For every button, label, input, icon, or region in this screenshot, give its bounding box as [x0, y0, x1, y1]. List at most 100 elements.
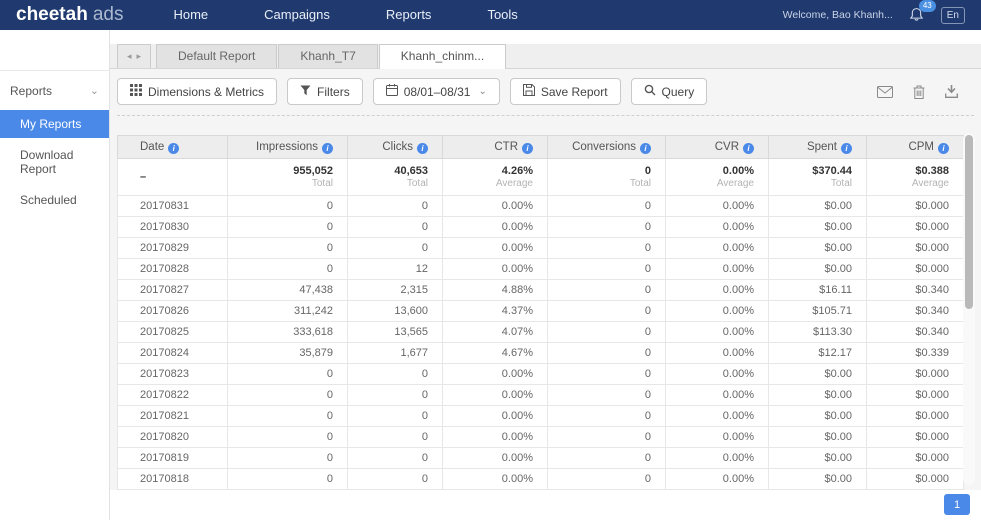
tab-scroll-left-icon[interactable]: ◂ [127, 52, 132, 61]
table-cell: 20170823 [117, 363, 228, 385]
table-cell: 0.00% [442, 258, 548, 280]
table-cell: 0 [547, 384, 666, 406]
pagination-page-1[interactable]: 1 [944, 494, 970, 515]
table-cell: 0 [347, 195, 443, 217]
table-cell: 0.00% [442, 468, 548, 490]
table-cell: $0.000 [866, 216, 964, 238]
table-cell: 0 [547, 300, 666, 322]
welcome-text[interactable]: Welcome, Bao Khanh... [783, 9, 893, 21]
table-cell: 0 [347, 384, 443, 406]
table-cell: 4.07% [442, 321, 548, 343]
app-logo[interactable]: cheetah ads [16, 0, 123, 30]
tab-default-report[interactable]: Default Report [156, 44, 278, 68]
table-cell: 0.00% [665, 237, 769, 259]
language-button[interactable]: En [940, 6, 965, 24]
tab-khanh-chinm[interactable]: Khanh_chinm... [378, 44, 507, 69]
table-row: 20170827 47,438 2,315 4.88% 0 0.00% $16.11 $0.3… [117, 279, 964, 301]
tab-scroll-right-icon[interactable]: ▸ [137, 52, 142, 61]
table-cell: $0.00 [768, 216, 867, 238]
topbar-right: Welcome, Bao Khanh... 43 En [783, 0, 965, 24]
table-row: 20170824 35,879 1,677 4.67% 0 0.00% $12.17 $0.3… [117, 342, 964, 364]
column-header-impressions[interactable]: Impressions i [227, 135, 348, 159]
dimensions-metrics-button[interactable]: Dimensions & Metrics [117, 78, 278, 105]
grid-icon [130, 84, 142, 99]
table-cell: $0.000 [866, 405, 964, 427]
table-row: 20170825 333,618 13,565 4.07% 0 0.00% $113.30 $… [117, 321, 964, 343]
table-cell: 0.00% [442, 426, 548, 448]
download-icon[interactable] [945, 85, 958, 98]
scrollbar-thumb[interactable] [965, 135, 973, 309]
info-icon[interactable]: i [522, 142, 533, 154]
logo-primary-text: cheetah [16, 4, 88, 25]
sidebar-item-scheduled[interactable]: Scheduled [0, 186, 109, 214]
table-cell: 0 [347, 468, 443, 490]
table-cell: 0 [227, 363, 348, 385]
query-button[interactable]: Query [630, 78, 708, 105]
info-icon[interactable]: i [841, 142, 852, 154]
table-cell: $0.340 [866, 279, 964, 301]
table-cell: $0.340 [866, 300, 964, 322]
column-header-cpm[interactable]: CPM i [866, 135, 964, 159]
info-icon[interactable]: i [640, 142, 651, 154]
column-header-cvr[interactable]: CVR i [665, 135, 769, 159]
sidebar-item-my-reports[interactable]: My Reports [0, 110, 109, 138]
tab-khanh-t7[interactable]: Khanh_T7 [278, 44, 378, 68]
table-cell: 0 [547, 195, 666, 217]
table-row: 20170818 0 0 0.00% 0 0.00% $0.00 $0.000 [117, 468, 964, 490]
mail-icon[interactable] [877, 85, 893, 98]
info-icon[interactable]: i [417, 142, 428, 154]
table-row: 20170830 0 0 0.00% 0 0.00% $0.00 $0.000 [117, 216, 964, 238]
totals-sublabel: Total [830, 177, 852, 189]
nav-item-reports[interactable]: Reports [386, 0, 432, 30]
nav-item-tools[interactable]: Tools [487, 0, 517, 30]
table-cell: 2,315 [347, 279, 443, 301]
nav-item-campaigns[interactable]: Campaigns [264, 0, 330, 30]
table-row: 20170831 0 0 0.00% 0 0.00% $0.00 $0.000 [117, 195, 964, 217]
table-cell: 20170824 [117, 342, 228, 364]
info-icon[interactable]: i [168, 142, 180, 154]
table-cell: 0 [547, 468, 666, 490]
sidebar: Reports ⌄ My Reports Download Report Sched… [0, 30, 110, 520]
totals-value: $370.44 [812, 164, 852, 177]
table-cell: 0.00% [665, 321, 769, 343]
table-cell: 20170820 [117, 426, 228, 448]
logo-secondary-text: ads [92, 4, 124, 25]
column-header-spent[interactable]: Spent i [768, 135, 867, 159]
tab-list: Default Report Khanh_T7 Khanh_chinm... [156, 44, 507, 69]
table-cell: 0 [227, 426, 348, 448]
topbar-nav: Home Campaigns Reports Tools [173, 0, 517, 30]
chevron-down-icon: ⌄ [89, 85, 99, 97]
table-cell: 47,438 [227, 279, 348, 301]
notifications-button[interactable]: 43 [909, 0, 936, 23]
table-row: 20170821 0 0 0.00% 0 0.00% $0.00 $0.000 [117, 405, 964, 427]
totals-value: 4.26% [501, 164, 533, 177]
table-cell: 0 [547, 363, 666, 385]
table-cell: 0 [547, 237, 666, 259]
filters-button[interactable]: Filters [287, 78, 363, 105]
info-icon[interactable]: i [938, 142, 949, 154]
table-scrollbar[interactable] [963, 133, 975, 485]
table-cell: 0.00% [442, 405, 548, 427]
totals-value: – [140, 170, 147, 183]
table-cell: 0.00% [442, 384, 548, 406]
column-header-conversions[interactable]: Conversions i [547, 135, 666, 159]
totals-sublabel: Average [495, 177, 533, 189]
nav-item-home[interactable]: Home [173, 0, 208, 30]
info-icon[interactable]: i [322, 142, 333, 154]
info-icon[interactable]: i [743, 142, 754, 154]
table-cell: 0 [227, 195, 348, 217]
sidebar-section-reports[interactable]: Reports ⌄ [0, 70, 109, 110]
totals-cell: 40,653 Total [347, 158, 443, 196]
column-header-ctr[interactable]: CTR i [442, 135, 548, 159]
table-cell: $0.000 [866, 195, 964, 217]
trash-icon[interactable] [913, 85, 925, 99]
column-header-date[interactable]: Date i [117, 135, 228, 159]
column-header-clicks[interactable]: Clicks i [347, 135, 443, 159]
calendar-icon [385, 84, 398, 99]
date-range-button[interactable]: 08/01–08/31 ⌄ [372, 78, 500, 105]
table-cell: 0 [347, 237, 443, 259]
table-cell: $12.17 [768, 342, 867, 364]
sidebar-item-download-report[interactable]: Download Report [0, 141, 109, 183]
dimensions-metrics-label: Dimensions & Metrics [148, 84, 265, 99]
save-report-button[interactable]: Save Report [509, 78, 621, 105]
